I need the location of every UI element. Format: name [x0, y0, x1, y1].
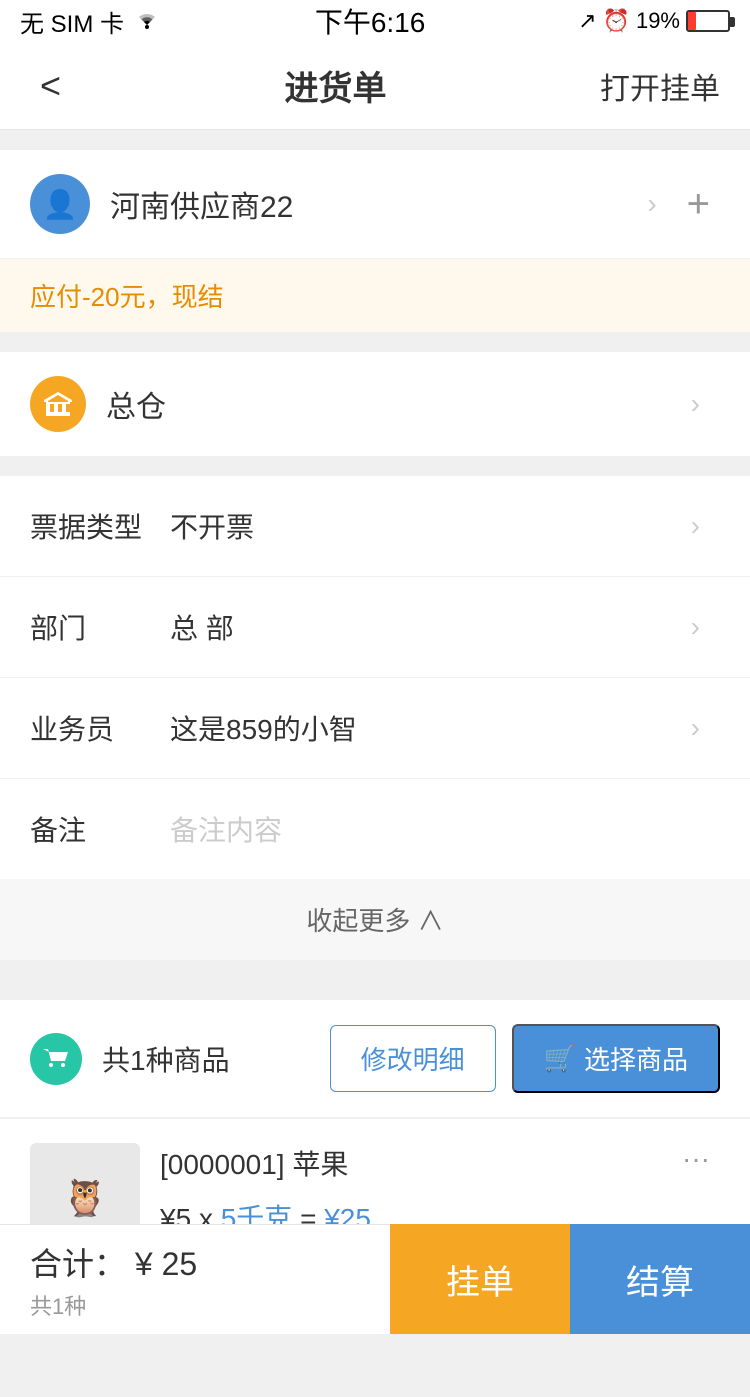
remark-row[interactable]: 备注 备注内容: [0, 779, 750, 879]
warehouse-icon: [30, 376, 86, 432]
remark-label: 备注: [30, 809, 170, 849]
invoice-chevron-icon: ›: [691, 510, 700, 542]
location-icon: ↗: [578, 8, 596, 34]
sales-value: 这是859的小智: [170, 708, 691, 748]
warehouse-row[interactable]: 总仓 ›: [0, 352, 750, 456]
supplier-chevron-icon: ›: [647, 188, 656, 220]
hang-order-button[interactable]: 挂单: [390, 1224, 570, 1334]
checkout-button[interactable]: 结算: [570, 1224, 750, 1334]
dept-value: 总 部: [170, 607, 691, 647]
supplier-card: 👤 河南供应商22 › + 应付-20元，现结: [0, 150, 750, 332]
section-gap-1: [0, 130, 750, 150]
supplier-name: 河南供应商22: [110, 182, 647, 226]
dept-label: 部门: [30, 607, 170, 647]
status-right: ↗ ⏰ 19%: [578, 8, 730, 34]
collapse-more-button[interactable]: 收起更多 ∧: [0, 879, 750, 960]
form-section: 票据类型 不开票 › 部门 总 部 › 业务员 这是859的小智 › 备注 备注…: [0, 476, 750, 879]
owl-icon: 🦉: [63, 1177, 108, 1219]
dept-row[interactable]: 部门 总 部 ›: [0, 577, 750, 678]
product-header: 共1种商品 修改明细 🛒 选择商品: [0, 1000, 750, 1117]
sales-row[interactable]: 业务员 这是859的小智 ›: [0, 678, 750, 779]
time-display: 下午6:16: [315, 1, 426, 41]
section-gap-3: [0, 960, 750, 980]
product-info: [0000001] 苹果 ¥5 x 5千克 = ¥25: [160, 1143, 672, 1237]
product-count-text: 共1种商品: [102, 1039, 330, 1079]
supplier-avatar-icon: 👤: [43, 188, 78, 221]
battery-icon: [686, 10, 730, 32]
section-gap-2: [0, 332, 750, 352]
credit-notice: 应付-20元，现结: [0, 259, 750, 332]
remark-input[interactable]: 备注内容: [170, 809, 720, 849]
total-label: 合计：: [30, 1246, 126, 1282]
bottom-bar: 合计： ¥ 25 共1种 挂单 结算: [0, 1224, 750, 1334]
select-product-button[interactable]: 🛒 选择商品: [512, 1024, 720, 1093]
supplier-avatar: 👤: [30, 174, 90, 234]
product-count-icon: [30, 1033, 82, 1085]
open-hang-button[interactable]: 打开挂单: [600, 64, 720, 108]
nav-bar: < 进货单 打开挂单: [0, 42, 750, 130]
total-value: ¥ 25: [135, 1246, 197, 1282]
total-section: 合计： ¥ 25 共1种: [0, 1224, 390, 1334]
sales-label: 业务员: [30, 708, 170, 748]
warehouse-card[interactable]: 总仓 ›: [0, 352, 750, 456]
sales-chevron-icon: ›: [691, 712, 700, 744]
invoice-label: 票据类型: [30, 506, 170, 546]
battery-percentage: 19%: [636, 8, 680, 34]
warehouse-chevron-icon: ›: [691, 388, 700, 420]
supplier-row[interactable]: 👤 河南供应商22 › +: [0, 150, 750, 259]
invoice-value: 不开票: [170, 506, 691, 546]
dept-chevron-icon: ›: [691, 611, 700, 643]
cart-icon: 🛒: [544, 1043, 576, 1074]
invoice-row[interactable]: 票据类型 不开票 ›: [0, 476, 750, 577]
alarm-icon: ⏰: [603, 8, 630, 34]
status-bar: 无 SIM 卡 下午6:16 ↗ ⏰ 19%: [0, 0, 750, 42]
edit-detail-button[interactable]: 修改明细: [330, 1025, 496, 1092]
wifi-icon: [132, 7, 162, 36]
add-supplier-button[interactable]: +: [677, 182, 720, 227]
carrier-text: 无 SIM 卡: [20, 4, 124, 39]
total-count: 共1种: [30, 1289, 360, 1321]
select-product-label: 选择商品: [584, 1040, 688, 1077]
product-title: 苹果: [292, 1149, 348, 1180]
status-left: 无 SIM 卡: [20, 4, 162, 39]
page-title: 进货单: [285, 61, 387, 110]
product-more-button[interactable]: ···: [672, 1143, 720, 1175]
warehouse-name: 总仓: [106, 382, 691, 426]
product-name: [0000001] 苹果: [160, 1143, 672, 1183]
product-code: [0000001]: [160, 1149, 285, 1180]
back-button[interactable]: <: [30, 55, 71, 117]
total-amount: 合计： ¥ 25: [30, 1239, 360, 1285]
